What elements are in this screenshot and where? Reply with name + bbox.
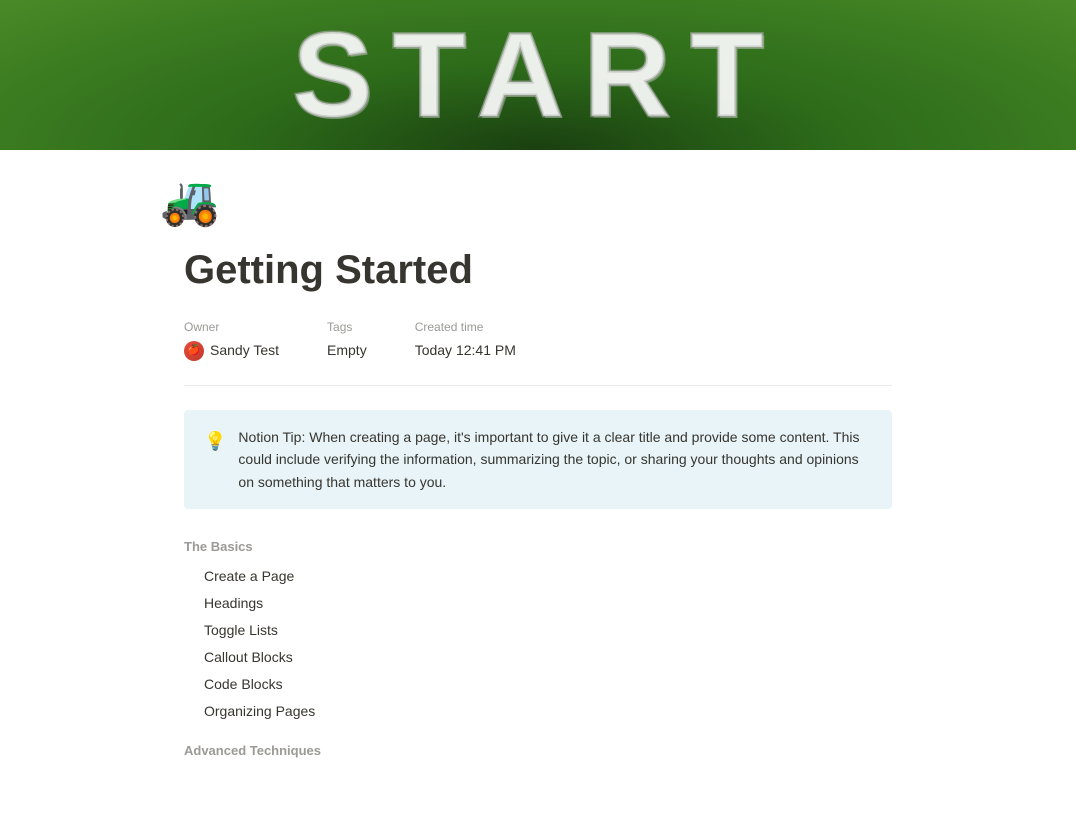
tags-value: Empty xyxy=(327,340,367,361)
basics-nav-list: Create a Page Headings Toggle Lists Call… xyxy=(184,563,892,725)
list-item[interactable]: Code Blocks xyxy=(184,671,892,698)
callout-text: Notion Tip: When creating a page, it's i… xyxy=(238,426,872,493)
page-icon: 🚜 xyxy=(160,166,1076,238)
created-value: Today 12:41 PM xyxy=(415,340,516,361)
tags-label: Tags xyxy=(327,318,367,336)
owner-meta: Owner 🍎 Sandy Test xyxy=(184,318,279,361)
list-item[interactable]: Create a Page xyxy=(184,563,892,590)
avatar: 🍎 xyxy=(184,341,204,361)
owner-value: 🍎 Sandy Test xyxy=(184,340,279,361)
list-item[interactable]: Organizing Pages xyxy=(184,698,892,725)
lightbulb-icon: 💡 xyxy=(204,428,226,455)
advanced-section-heading: Advanced Techniques xyxy=(184,741,892,761)
page-metadata: Owner 🍎 Sandy Test Tags Empty Created ti… xyxy=(184,318,892,361)
list-item[interactable]: Headings xyxy=(184,590,892,617)
page-content: Getting Started Owner 🍎 Sandy Test Tags … xyxy=(88,246,988,840)
owner-name: Sandy Test xyxy=(210,340,279,361)
list-item[interactable]: Callout Blocks xyxy=(184,644,892,671)
divider xyxy=(184,385,892,386)
hero-banner: START xyxy=(0,0,1076,150)
owner-label: Owner xyxy=(184,318,279,336)
created-meta: Created time Today 12:41 PM xyxy=(415,318,516,361)
page-title: Getting Started xyxy=(184,246,892,294)
tags-meta: Tags Empty xyxy=(327,318,367,361)
list-item[interactable]: Toggle Lists xyxy=(184,617,892,644)
callout-block: 💡 Notion Tip: When creating a page, it's… xyxy=(184,410,892,509)
basics-section-heading: The Basics xyxy=(184,537,892,557)
hero-text: START xyxy=(292,0,783,150)
created-label: Created time xyxy=(415,318,516,336)
